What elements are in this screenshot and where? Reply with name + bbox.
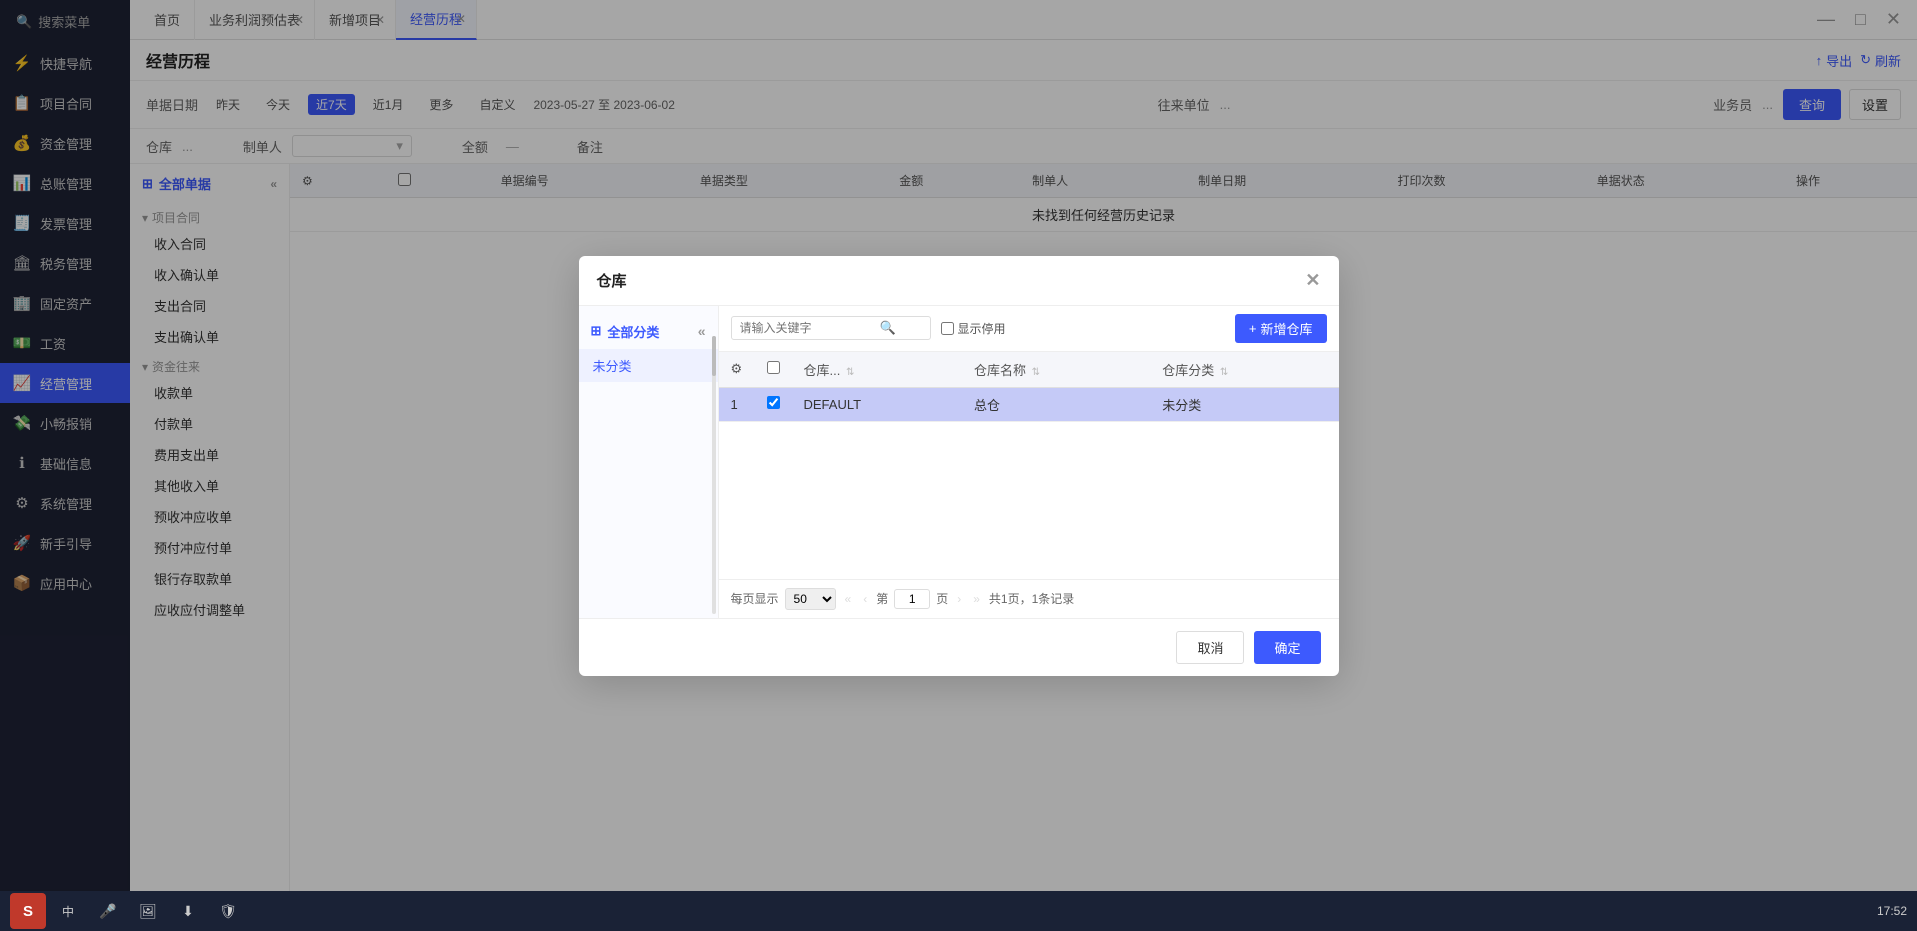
- taskbar-app-down[interactable]: ⬇: [170, 893, 206, 929]
- dialog-search-icon[interactable]: 🔍: [880, 320, 896, 336]
- dialog-col-name-sort[interactable]: ⇅: [1032, 367, 1040, 378]
- dialog-close-button[interactable]: ✕: [1305, 270, 1320, 291]
- taskbar-app-zh[interactable]: 中: [50, 893, 86, 929]
- dialog-right-panel: 🔍 显示停用 + 新增仓库: [719, 306, 1339, 618]
- taskbar: S 中 🎤 🖼 ⬇ 🛡 17:52: [0, 891, 1917, 931]
- dialog-next-btn[interactable]: ›: [954, 592, 964, 606]
- warehouse-dialog: 仓库 ✕ ⊞ 全部分类 « 未分类: [579, 256, 1339, 676]
- dialog-per-page-label: 每页显示: [731, 590, 779, 607]
- taskbar-app-shield[interactable]: 🛡: [210, 893, 246, 929]
- dialog-total-info: 共1页，1条记录: [989, 590, 1074, 607]
- dialog-row-category: 未分类: [1150, 387, 1338, 421]
- dialog-col-code-sort[interactable]: ⇅: [846, 367, 854, 378]
- table-row[interactable]: 1 DEFAULT 总仓 未分类: [719, 387, 1339, 421]
- dialog-last-btn[interactable]: »: [970, 592, 983, 606]
- confirm-button[interactable]: 确定: [1254, 631, 1320, 664]
- dialog-categories-list: 未分类: [579, 349, 718, 610]
- dialog-search-input[interactable]: [740, 321, 880, 335]
- dialog-scrollbar: [712, 336, 716, 614]
- dialog-col-checkbox[interactable]: [755, 352, 792, 388]
- dialog-table: ⚙ 仓库... ⇅ 仓库名称 ⇅: [719, 352, 1339, 422]
- dialog-title: 仓库: [597, 270, 627, 291]
- dialog-col-name: 仓库名称 ⇅: [962, 352, 1150, 388]
- taskbar-app-img[interactable]: 🖼: [130, 893, 166, 929]
- all-categories-label: 全部分类: [607, 322, 659, 341]
- dialog-row-checkbox-cell: [755, 387, 792, 421]
- show-disabled-wrapper: 显示停用: [941, 320, 1006, 337]
- add-warehouse-label: 新增仓库: [1260, 319, 1312, 338]
- left-panel-collapse-btn[interactable]: «: [698, 323, 706, 339]
- taskbar-right: 17:52: [1877, 904, 1907, 918]
- dialog-row-num: 1: [719, 387, 755, 421]
- show-disabled-checkbox[interactable]: [941, 322, 954, 335]
- dialog-col-category: 仓库分类 ⇅: [1150, 352, 1338, 388]
- dialog-header: 仓库 ✕: [579, 256, 1339, 306]
- dialog-prev-btn[interactable]: ‹: [860, 592, 870, 606]
- dialog-select-all[interactable]: [767, 361, 780, 374]
- dialog-col-code: 仓库... ⇅: [792, 352, 963, 388]
- dialog-col-category-sort[interactable]: ⇅: [1220, 367, 1228, 378]
- dialog-table-wrapper: ⚙ 仓库... ⇅ 仓库名称 ⇅: [719, 352, 1339, 579]
- cancel-button[interactable]: 取消: [1176, 631, 1244, 664]
- dialog-first-btn[interactable]: «: [842, 592, 855, 606]
- dialog-row-checkbox[interactable]: [767, 396, 780, 409]
- taskbar-time: 17:52: [1877, 904, 1907, 918]
- modal-overlay: 仓库 ✕ ⊞ 全部分类 « 未分类: [0, 0, 1917, 931]
- dialog-left-panel: ⊞ 全部分类 « 未分类: [579, 306, 719, 618]
- taskbar-app-s[interactable]: S: [10, 893, 46, 929]
- dialog-page-suffix: 页: [936, 590, 948, 607]
- dialog-page-input[interactable]: [894, 589, 930, 609]
- taskbar-apps: S 中 🎤 🖼 ⬇ 🛡: [10, 893, 246, 929]
- show-disabled-label: 显示停用: [958, 320, 1006, 337]
- dialog-row-code: DEFAULT: [792, 387, 963, 421]
- dialog-scrollbar-thumb: [712, 336, 716, 376]
- dialog-col-settings[interactable]: ⚙: [719, 352, 755, 388]
- dialog-row-name: 总仓: [962, 387, 1150, 421]
- dialog-footer: 取消 确定: [579, 618, 1339, 676]
- taskbar-app-mic[interactable]: 🎤: [90, 893, 126, 929]
- all-categories-icon: ⊞: [591, 323, 602, 339]
- category-item-uncategorized[interactable]: 未分类: [579, 349, 718, 382]
- dialog-all-categories[interactable]: ⊞ 全部分类 «: [579, 314, 718, 349]
- dialog-per-page-select[interactable]: 50 100: [785, 588, 836, 610]
- dialog-search-box: 🔍: [731, 316, 931, 340]
- dialog-toolbar: 🔍 显示停用 + 新增仓库: [719, 306, 1339, 352]
- dialog-body: ⊞ 全部分类 « 未分类 🔍: [579, 306, 1339, 618]
- add-warehouse-icon: +: [1249, 321, 1257, 336]
- dialog-pagination: 每页显示 50 100 « ‹ 第 页 › » 共1页，1条记录: [719, 579, 1339, 618]
- add-warehouse-button[interactable]: + 新增仓库: [1235, 314, 1327, 343]
- dialog-page-label: 第: [876, 590, 888, 607]
